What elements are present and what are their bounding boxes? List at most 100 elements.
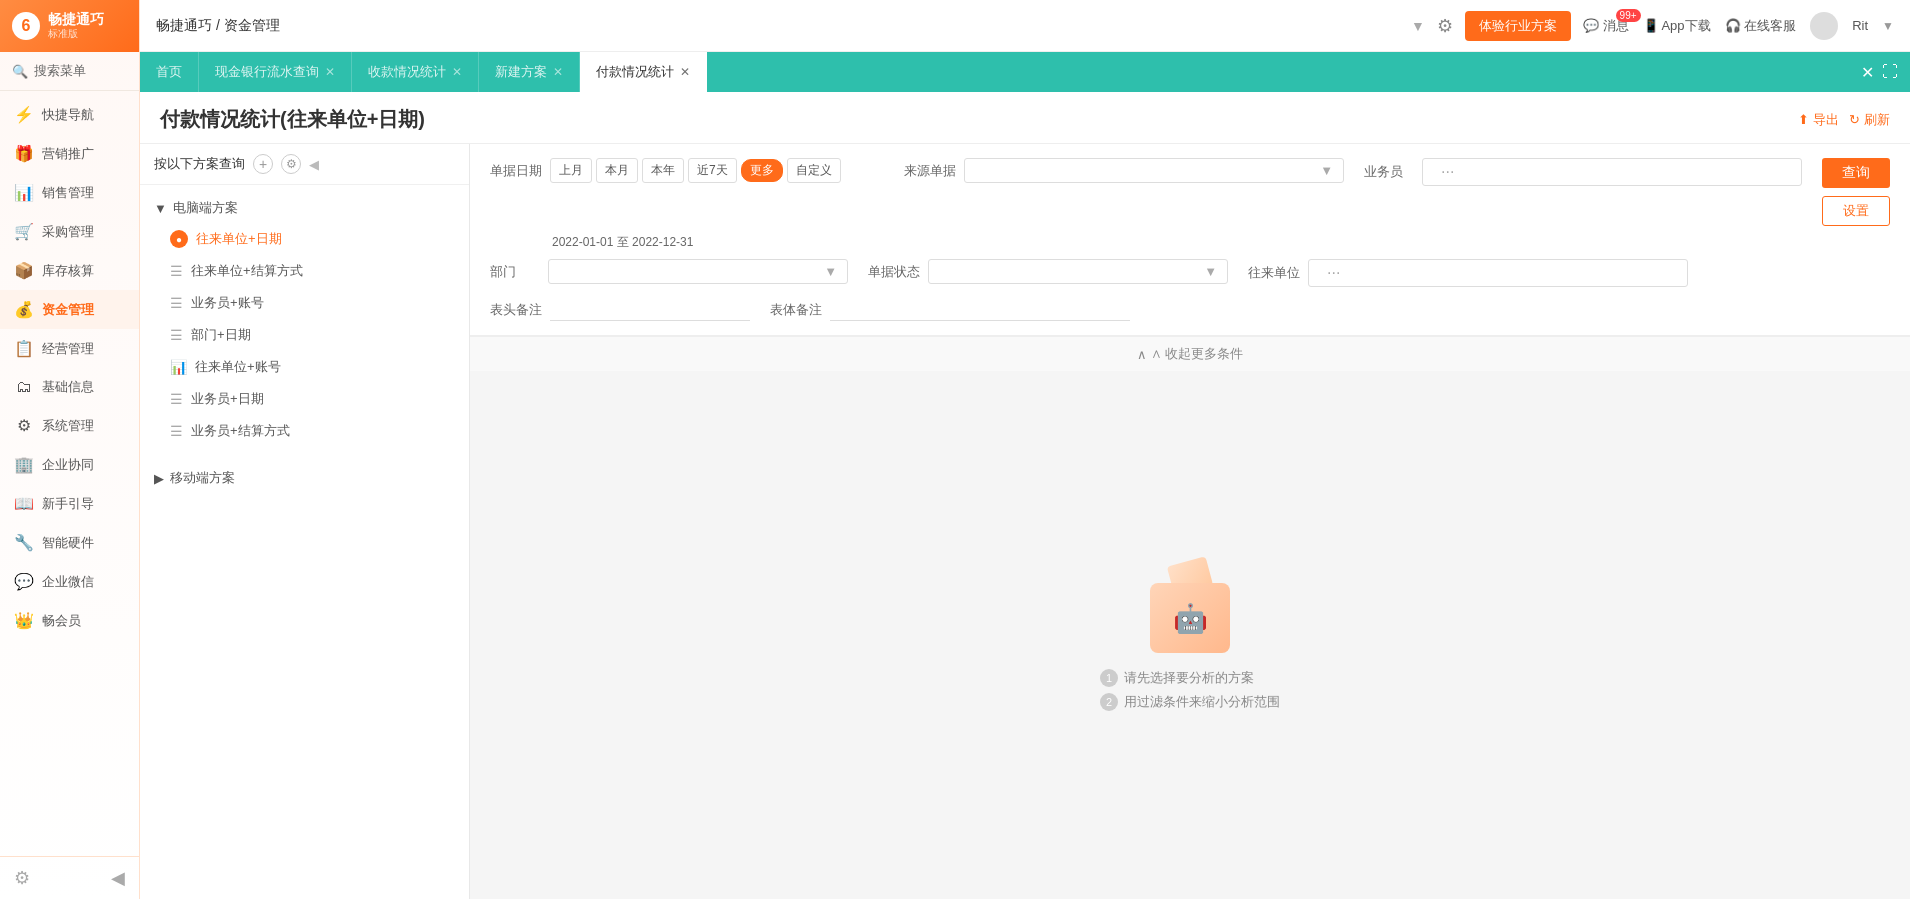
download-icon: 📱 [1643,18,1659,33]
export-btn[interactable]: ⬆ 导出 [1798,111,1839,129]
filter-row-2: 部门 ▼ 单据状态 ▼ [490,259,1890,287]
collapse-more-btn[interactable]: ∧ ∧ 收起更多条件 [470,336,1910,371]
unit-dots-icon[interactable]: ··· [1327,264,1340,282]
settings-bottom-icon[interactable]: ⚙ [14,867,30,889]
date-btn-4[interactable]: 更多 [741,159,783,182]
source-select[interactable]: ▼ [964,158,1344,183]
page-header-actions: ⬆ 导出 ↻ 刷新 [1798,111,1890,129]
tab-receipt-stat[interactable]: 收款情况统计 ✕ [352,52,479,92]
robot-icon: 🤖 [1173,602,1208,635]
desktop-scheme-section: ▼电脑端方案●往来单位+日期☰往来单位+结算方式☰业务员+账号☰部门+日期📊往来… [140,185,469,455]
sidebar-item-sales[interactable]: 📊销售管理 [0,173,139,212]
collapse-left-panel-icon[interactable]: ◀ [309,157,319,172]
scheme-item-dept-date[interactable]: ☰部门+日期 [140,319,469,351]
date-btn-5[interactable]: 自定义 [787,158,841,183]
tab-new-scheme[interactable]: 新建方案✕ [479,52,580,92]
scheme-icon-staff-account: ☰ [170,295,183,311]
sidebar-item-hardware[interactable]: 🔧智能硬件 [0,523,139,562]
filter-doc-status: 单据状态 ▼ [868,259,1228,284]
sidebar-item-member[interactable]: 👑畅会员 [0,601,139,640]
body-note-input[interactable] [830,299,1130,321]
hint-num-1: 1 [1100,669,1118,687]
refresh-btn[interactable]: ↻ 刷新 [1849,111,1890,129]
tab-close-payment-stat[interactable]: ✕ [680,65,690,79]
tab-cashflow[interactable]: 现金银行流水查询✕ [199,52,352,92]
sidebar-nav: ⚡快捷导航🎁营销推广📊销售管理🛒采购管理📦库存核算💰资金管理 📋 经营管理 🗂基础信息… [0,91,139,856]
left-panel: 按以下方案查询 + ⚙ ◀ ▼电脑端方案●往来单位+日期☰往来单位+结算方式☰业… [140,144,470,899]
filter-date: 单据日期 上月本月本年近7天更多自定义 [490,158,841,183]
scheme-item-unit-settlement[interactable]: ☰往来单位+结算方式 [140,255,469,287]
tab-close-receipt-stat[interactable]: ✕ [452,65,462,79]
sidebar-item-inventory[interactable]: 📦库存核算 [0,251,139,290]
tab-payment-stat[interactable]: 付款情况统计✕ [580,52,707,92]
scheme-item-staff-account[interactable]: ☰业务员+账号 [140,287,469,319]
sidebar-item-system[interactable]: ⚙系统管理 [0,406,139,445]
tab-close-new-scheme[interactable]: ✕ [553,65,563,79]
topbar-gear-icon[interactable]: ⚙ [1437,15,1453,37]
doc-status-select[interactable]: ▼ [928,259,1228,284]
staff-select[interactable]: ··· [1422,158,1802,186]
collapse-sidebar-icon[interactable]: ◀ [111,867,125,889]
date-btn-2[interactable]: 本年 [642,158,684,183]
scheme-section-title-mobile[interactable]: ▶移动端方案 [140,463,469,493]
scheme-item-unit-account[interactable]: 📊往来单位+账号 [140,351,469,383]
logo-icon: 6 [12,12,40,40]
sidebar-item-guide[interactable]: 📖新手引导 [0,484,139,523]
trial-btn[interactable]: 体验行业方案 [1465,11,1571,41]
user-dropdown-icon[interactable]: ▼ [1882,19,1894,33]
topbar-chevron[interactable]: ▼ [1411,18,1425,34]
doc-status-arrow-icon: ▼ [1204,264,1217,279]
sidebar-item-purchase[interactable]: 🛒采购管理 [0,212,139,251]
scheme-setting-icon[interactable]: ⚙ [281,154,301,174]
nav-label-operation: 经营管理 [42,340,94,358]
scheme-item-staff-settlement[interactable]: ☰业务员+结算方式 [140,415,469,447]
sidebar-item-marketing[interactable]: 🎁营销推广 [0,134,139,173]
date-btn-1[interactable]: 本月 [596,158,638,183]
scheme-item-label-staff-date: 业务员+日期 [191,390,264,408]
nav-label-wechat: 企业微信 [42,573,94,591]
content: 按以下方案查询 + ⚙ ◀ ▼电脑端方案●往来单位+日期☰往来单位+结算方式☰业… [140,144,1910,899]
nav-icon-operation: 📋 [14,339,34,358]
sidebar-item-basic[interactable]: 🗂基础信息 [0,368,139,406]
nav-icon-fund: 💰 [14,300,34,319]
tab-home[interactable]: 首页 [140,52,199,92]
active-dot-unit-date: ● [170,230,188,248]
app-download-btn[interactable]: 📱 App下载 [1643,17,1711,35]
sidebar-item-enterprise[interactable]: 🏢企业协同 [0,445,139,484]
sidebar-item-fund[interactable]: 💰资金管理 [0,290,139,329]
sidebar-item-wechat[interactable]: 💬企业微信 [0,562,139,601]
date-btn-3[interactable]: 近7天 [688,158,737,183]
empty-hint-2: 2 用过滤条件来缩小分析范围 [1100,693,1280,711]
date-btn-0[interactable]: 上月 [550,158,592,183]
data-area: 🤖 1 请先选择要分析的方案 2 用过滤条件来缩小分析范围 [470,371,1910,899]
unit-select[interactable]: ··· [1308,259,1688,287]
online-service-btn[interactable]: 🎧 在线客服 [1725,17,1797,35]
staff-dots-icon[interactable]: ··· [1441,163,1454,181]
tab-label-receipt-stat: 收款情况统计 [368,63,446,81]
message-btn[interactable]: 💬 99+ 消息 [1583,17,1629,35]
filter-unit: 往来单位 ··· [1248,259,1688,287]
scheme-icon-unit-account: 📊 [170,359,187,375]
sidebar-item-operation[interactable]: 📋 经营管理 [0,329,139,368]
right-panel: 单据日期 上月本月本年近7天更多自定义 来源单据 ▼ 业务员 [470,144,1910,899]
fullscreen-icon[interactable]: ⛶ [1882,63,1898,81]
dept-select[interactable]: ▼ [548,259,848,284]
source-label: 来源单据 [904,162,956,180]
sidebar-item-quick-nav[interactable]: ⚡快捷导航 [0,95,139,134]
nav-icon-marketing: 🎁 [14,144,34,163]
nav-label-inventory: 库存核算 [42,262,94,280]
user-avatar[interactable] [1810,12,1838,40]
section-arrow-mobile: ▶ [154,471,164,486]
nav-icon-system: ⚙ [14,416,34,435]
tab-close-cashflow[interactable]: ✕ [325,65,335,79]
sidebar-search[interactable]: 🔍 搜索菜单 [0,52,139,91]
add-scheme-icon[interactable]: + [253,154,273,174]
scheme-item-staff-date[interactable]: ☰业务员+日期 [140,383,469,415]
date-range-text: 2022-01-01 至 2022-12-31 [552,235,693,249]
query-btn[interactable]: 查询 [1822,158,1890,188]
header-note-input[interactable] [550,299,750,321]
scheme-section-title-desktop[interactable]: ▼电脑端方案 [140,193,469,223]
filter-setting-btn[interactable]: 设置 [1822,196,1890,226]
scheme-item-unit-date[interactable]: ●往来单位+日期 [140,223,469,255]
close-all-icon[interactable]: ✕ [1861,63,1874,82]
